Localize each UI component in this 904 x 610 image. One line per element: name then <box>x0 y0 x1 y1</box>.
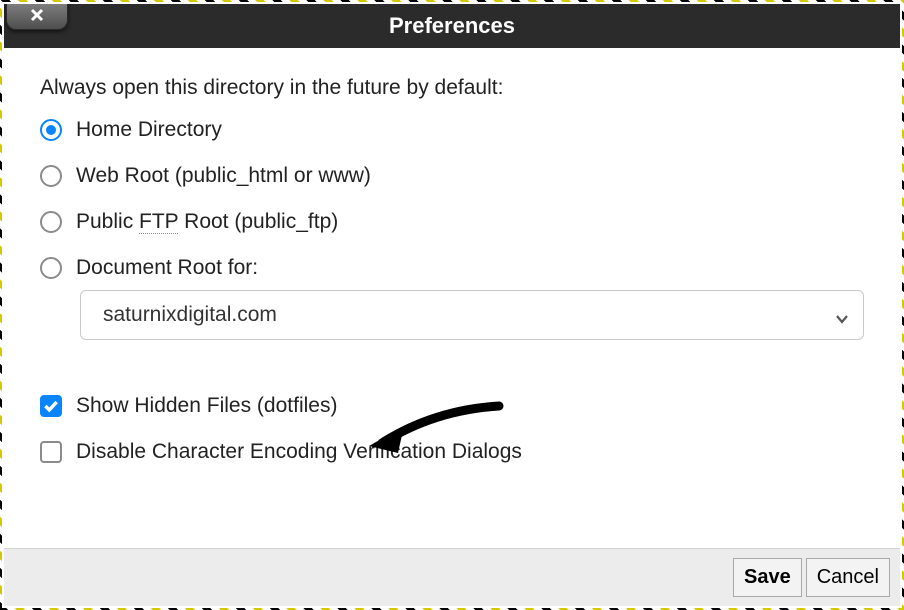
radio-icon <box>40 257 62 279</box>
dialog-titlebar: Preferences <box>4 4 900 48</box>
radio-icon <box>40 165 62 187</box>
radio-label: Public FTP Root (public_ftp) <box>76 210 338 234</box>
close-button[interactable] <box>6 4 68 30</box>
checkbox-disable-encoding[interactable]: Disable Character Encoding Verification … <box>40 440 864 464</box>
checkbox-label: Show Hidden Files (dotfiles) <box>76 394 337 418</box>
checkbox-icon <box>40 441 62 463</box>
radio-icon <box>40 119 62 141</box>
radio-label: Home Directory <box>76 118 222 142</box>
checkbox-label: Disable Character Encoding Verification … <box>76 440 522 464</box>
radio-document-root[interactable]: Document Root for: <box>40 256 864 280</box>
dialog-content: Always open this directory in the future… <box>4 48 900 548</box>
section-label: Always open this directory in the future… <box>40 76 864 100</box>
radio-icon <box>40 211 62 233</box>
radio-label: Document Root for: <box>76 256 258 280</box>
checkbox-icon <box>40 395 62 417</box>
cancel-button[interactable]: Cancel <box>806 558 890 597</box>
radio-public-ftp[interactable]: Public FTP Root (public_ftp) <box>40 210 864 234</box>
chevron-down-icon <box>835 308 849 322</box>
select-value: saturnixdigital.com <box>103 303 277 327</box>
radio-web-root[interactable]: Web Root (public_html or www) <box>40 164 864 188</box>
checkbox-show-hidden[interactable]: Show Hidden Files (dotfiles) <box>40 394 864 418</box>
radio-home-directory[interactable]: Home Directory <box>40 118 864 142</box>
save-button[interactable]: Save <box>733 558 802 597</box>
dialog-footer: Save Cancel <box>4 548 900 606</box>
document-root-select[interactable]: saturnixdigital.com <box>80 290 864 340</box>
dialog-title: Preferences <box>389 13 515 39</box>
preferences-dialog: Preferences Always open this directory i… <box>4 4 900 606</box>
close-icon <box>29 4 45 29</box>
radio-label: Web Root (public_html or www) <box>76 164 371 188</box>
